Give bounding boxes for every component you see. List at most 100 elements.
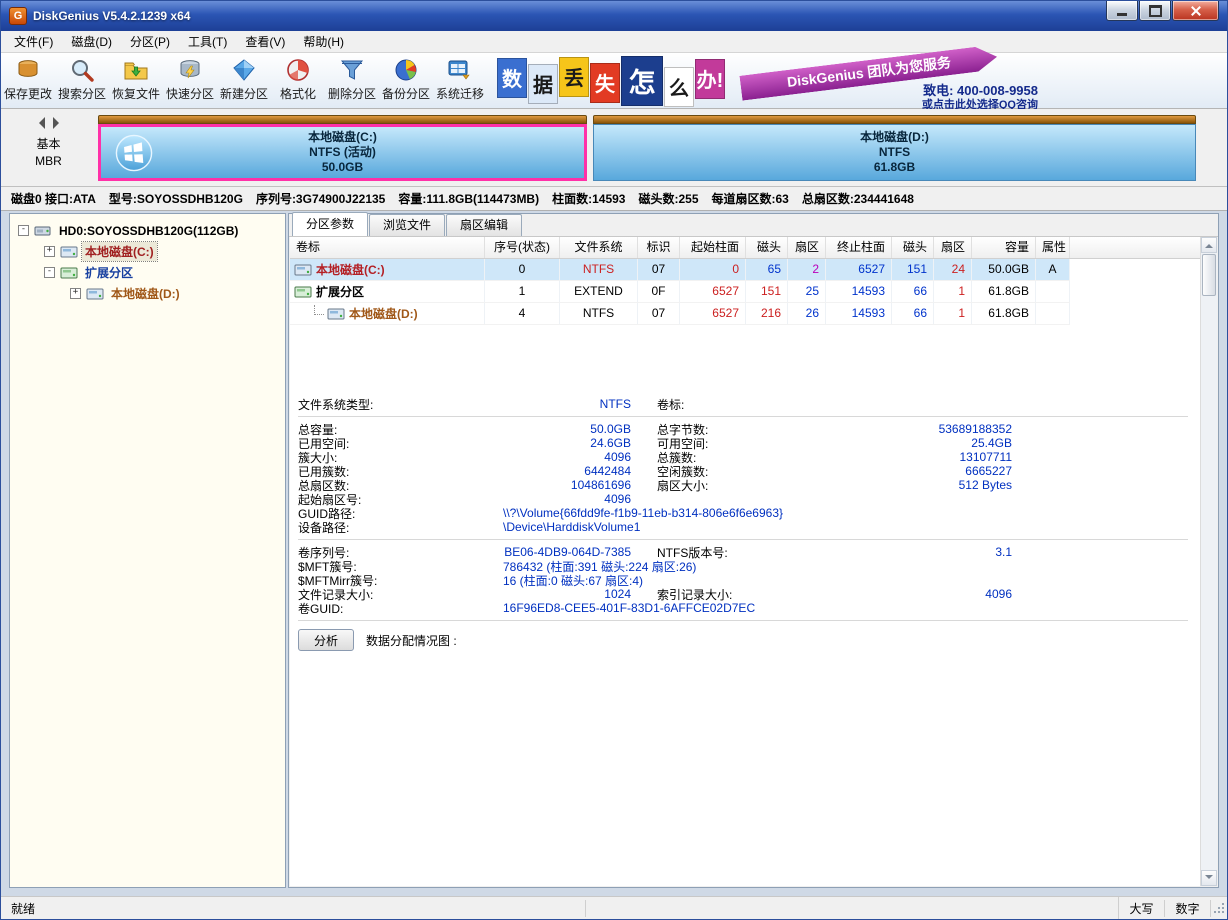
column-header[interactable]: 标识 (638, 237, 680, 258)
toolbar-save-changes[interactable]: 保存更改 (1, 53, 55, 108)
column-header[interactable]: 磁头 (746, 237, 788, 258)
detail-value: NTFS (503, 397, 631, 411)
toolbar-search-partition[interactable]: 搜索分区 (55, 53, 109, 108)
status-caps-lock: 大写 (1119, 900, 1165, 917)
toolbar-recover-files[interactable]: 恢复文件 (109, 53, 163, 108)
table-cell: 0F (638, 281, 680, 302)
toolbar-format[interactable]: 格式化 (271, 53, 325, 108)
table-cell (1036, 303, 1070, 324)
column-header[interactable]: 起始柱面 (680, 237, 746, 258)
expand-icon[interactable]: + (44, 246, 55, 257)
maximize-button[interactable] (1139, 1, 1171, 21)
table-body: 本地磁盘(C:)0NTFS07065265271512450.0GBA扩展分区1… (290, 259, 1200, 325)
column-header[interactable]: 属性 (1036, 237, 1070, 258)
detail-value: 4096 (503, 492, 631, 506)
detail-value: 50.0GB (503, 422, 631, 436)
column-header[interactable]: 扇区 (788, 237, 826, 258)
app-logo-icon: G (9, 7, 27, 25)
column-header[interactable]: 卷标 (290, 237, 485, 258)
scrollbar-thumb[interactable] (1202, 254, 1216, 296)
diamond-icon (231, 57, 257, 83)
disk-nav (1, 117, 96, 129)
toolbar-quick-partition[interactable]: 快速分区 (163, 53, 217, 108)
toolbar-backup-partition[interactable]: 备份分区 (379, 53, 433, 108)
detail-value: 3.1 (862, 545, 1012, 559)
pie-chart-icon (393, 57, 419, 83)
menu-item[interactable]: 文件(F) (5, 31, 62, 53)
ad-tile[interactable]: 么 (664, 67, 694, 107)
resize-grip[interactable] (1211, 900, 1227, 916)
menu-item[interactable]: 磁盘(D) (62, 31, 121, 53)
tree-item-label: 扩展分区 (82, 263, 136, 282)
detail-value: 512 Bytes (862, 478, 1012, 492)
details-pane: 文件系统类型:NTFS卷标: 总容量:50.0GB总字节数:5368918835… (298, 397, 1188, 651)
detail-value: 16F96ED8-CEE5-401F-83D1-6AFFCE02D7EC (503, 601, 755, 615)
disk-info-item: 序列号:3G74900J22135 (256, 190, 385, 207)
scroll-down-icon[interactable] (1201, 870, 1217, 886)
tree-item[interactable]: -HD0:SOYOSSDHB120G(112GB) (10, 220, 285, 241)
details-top: 文件系统类型:NTFS卷标: (298, 397, 1188, 411)
column-header[interactable]: 扇区 (934, 237, 972, 258)
diskgenius-window: G DiskGenius V5.4.2.1239 x64 文件(F)磁盘(D)分… (0, 0, 1228, 920)
partition-block[interactable]: 本地磁盘(D:)NTFS61.8GB (593, 115, 1196, 181)
menu-item[interactable]: 查看(V) (236, 31, 294, 53)
disk-info-item: 容量:111.8GB(114473MB) (398, 190, 539, 207)
tab-扇区编辑[interactable]: 扇区编辑 (446, 214, 522, 236)
toolbar-new-partition[interactable]: 新建分区 (217, 53, 271, 108)
expand-icon[interactable]: + (70, 288, 81, 299)
scroll-right-icon[interactable] (53, 117, 59, 129)
partition-filesystem: NTFS (活动) (309, 145, 376, 160)
scroll-left-icon[interactable] (39, 117, 45, 129)
maximize-icon (1149, 5, 1162, 17)
ad-tile[interactable]: 失 (590, 63, 620, 103)
detail-label: 设备路径: (298, 519, 503, 536)
ad-tile[interactable]: 据 (528, 64, 558, 104)
partition-params-page: 卷标序号(状态)文件系统标识起始柱面磁头扇区终止柱面磁头扇区容量属性 本地磁盘(… (290, 237, 1200, 886)
column-header[interactable]: 容量 (972, 237, 1036, 258)
scroll-up-icon[interactable] (1201, 237, 1217, 253)
partition-block[interactable]: 本地磁盘(C:)NTFS (活动)50.0GB (98, 115, 587, 181)
column-header[interactable]: 文件系统 (560, 237, 638, 258)
format-disc-icon (285, 57, 311, 83)
table-row[interactable]: 扩展分区1EXTEND0F6527151251459366161.8GB (290, 281, 1070, 303)
analyze-button[interactable]: 分析 (298, 629, 354, 651)
column-header[interactable]: 磁头 (892, 237, 934, 258)
tree-item[interactable]: +本地磁盘(D:) (10, 283, 285, 304)
windows-logo-icon (115, 134, 153, 172)
ad-tile[interactable]: 办! (695, 59, 725, 99)
ad-tile[interactable]: 怎 (621, 56, 663, 106)
tree-item[interactable]: +本地磁盘(C:) (10, 241, 285, 262)
ad-banner[interactable]: 数据丢失怎么办! DiskGenius 团队为您服务 致电: 400-008-9… (497, 53, 1040, 108)
vertical-scrollbar[interactable] (1200, 237, 1217, 886)
tab-分区参数[interactable]: 分区参数 (292, 212, 368, 236)
menu-item[interactable]: 帮助(H) (294, 31, 353, 53)
volume-label: 本地磁盘(C:) (316, 260, 385, 280)
disk-info-item: 每道扇区数:63 (712, 190, 789, 207)
menu-item[interactable]: 分区(P) (121, 31, 179, 53)
toolbar-system-migrate[interactable]: 系统迁移 (433, 53, 487, 108)
tab-浏览文件[interactable]: 浏览文件 (369, 214, 445, 236)
volume-label: 扩展分区 (316, 282, 364, 302)
detail-value: 24.6GB (503, 436, 631, 450)
toolbar-button-label: 搜索分区 (58, 85, 106, 102)
tree-item[interactable]: - 扩展分区 (10, 262, 285, 283)
title-bar[interactable]: G DiskGenius V5.4.2.1239 x64 (1, 1, 1227, 31)
detail-value: 4096 (862, 587, 1012, 601)
table-cell (1036, 281, 1070, 302)
menu-item[interactable]: 工具(T) (179, 31, 236, 53)
collapse-icon[interactable]: - (44, 267, 55, 278)
close-button[interactable] (1172, 1, 1219, 21)
detail-value: 25.4GB (862, 436, 1012, 450)
table-cell: 50.0GB (972, 259, 1036, 280)
table-row[interactable]: 本地磁盘(D:)4NTFS076527216261459366161.8GB (290, 303, 1070, 325)
table-cell: 0 (680, 259, 746, 280)
ad-tile[interactable]: 丢 (559, 57, 589, 97)
table-row[interactable]: 本地磁盘(C:)0NTFS07065265271512450.0GBA (290, 259, 1070, 281)
column-header[interactable]: 终止柱面 (826, 237, 892, 258)
ad-tile[interactable]: 数 (497, 58, 527, 98)
toolbar-button-label: 新建分区 (220, 85, 268, 102)
minimize-button[interactable] (1106, 1, 1138, 21)
column-header[interactable]: 序号(状态) (485, 237, 560, 258)
collapse-icon[interactable]: - (18, 225, 29, 236)
toolbar-delete-partition[interactable]: 删除分区 (325, 53, 379, 108)
